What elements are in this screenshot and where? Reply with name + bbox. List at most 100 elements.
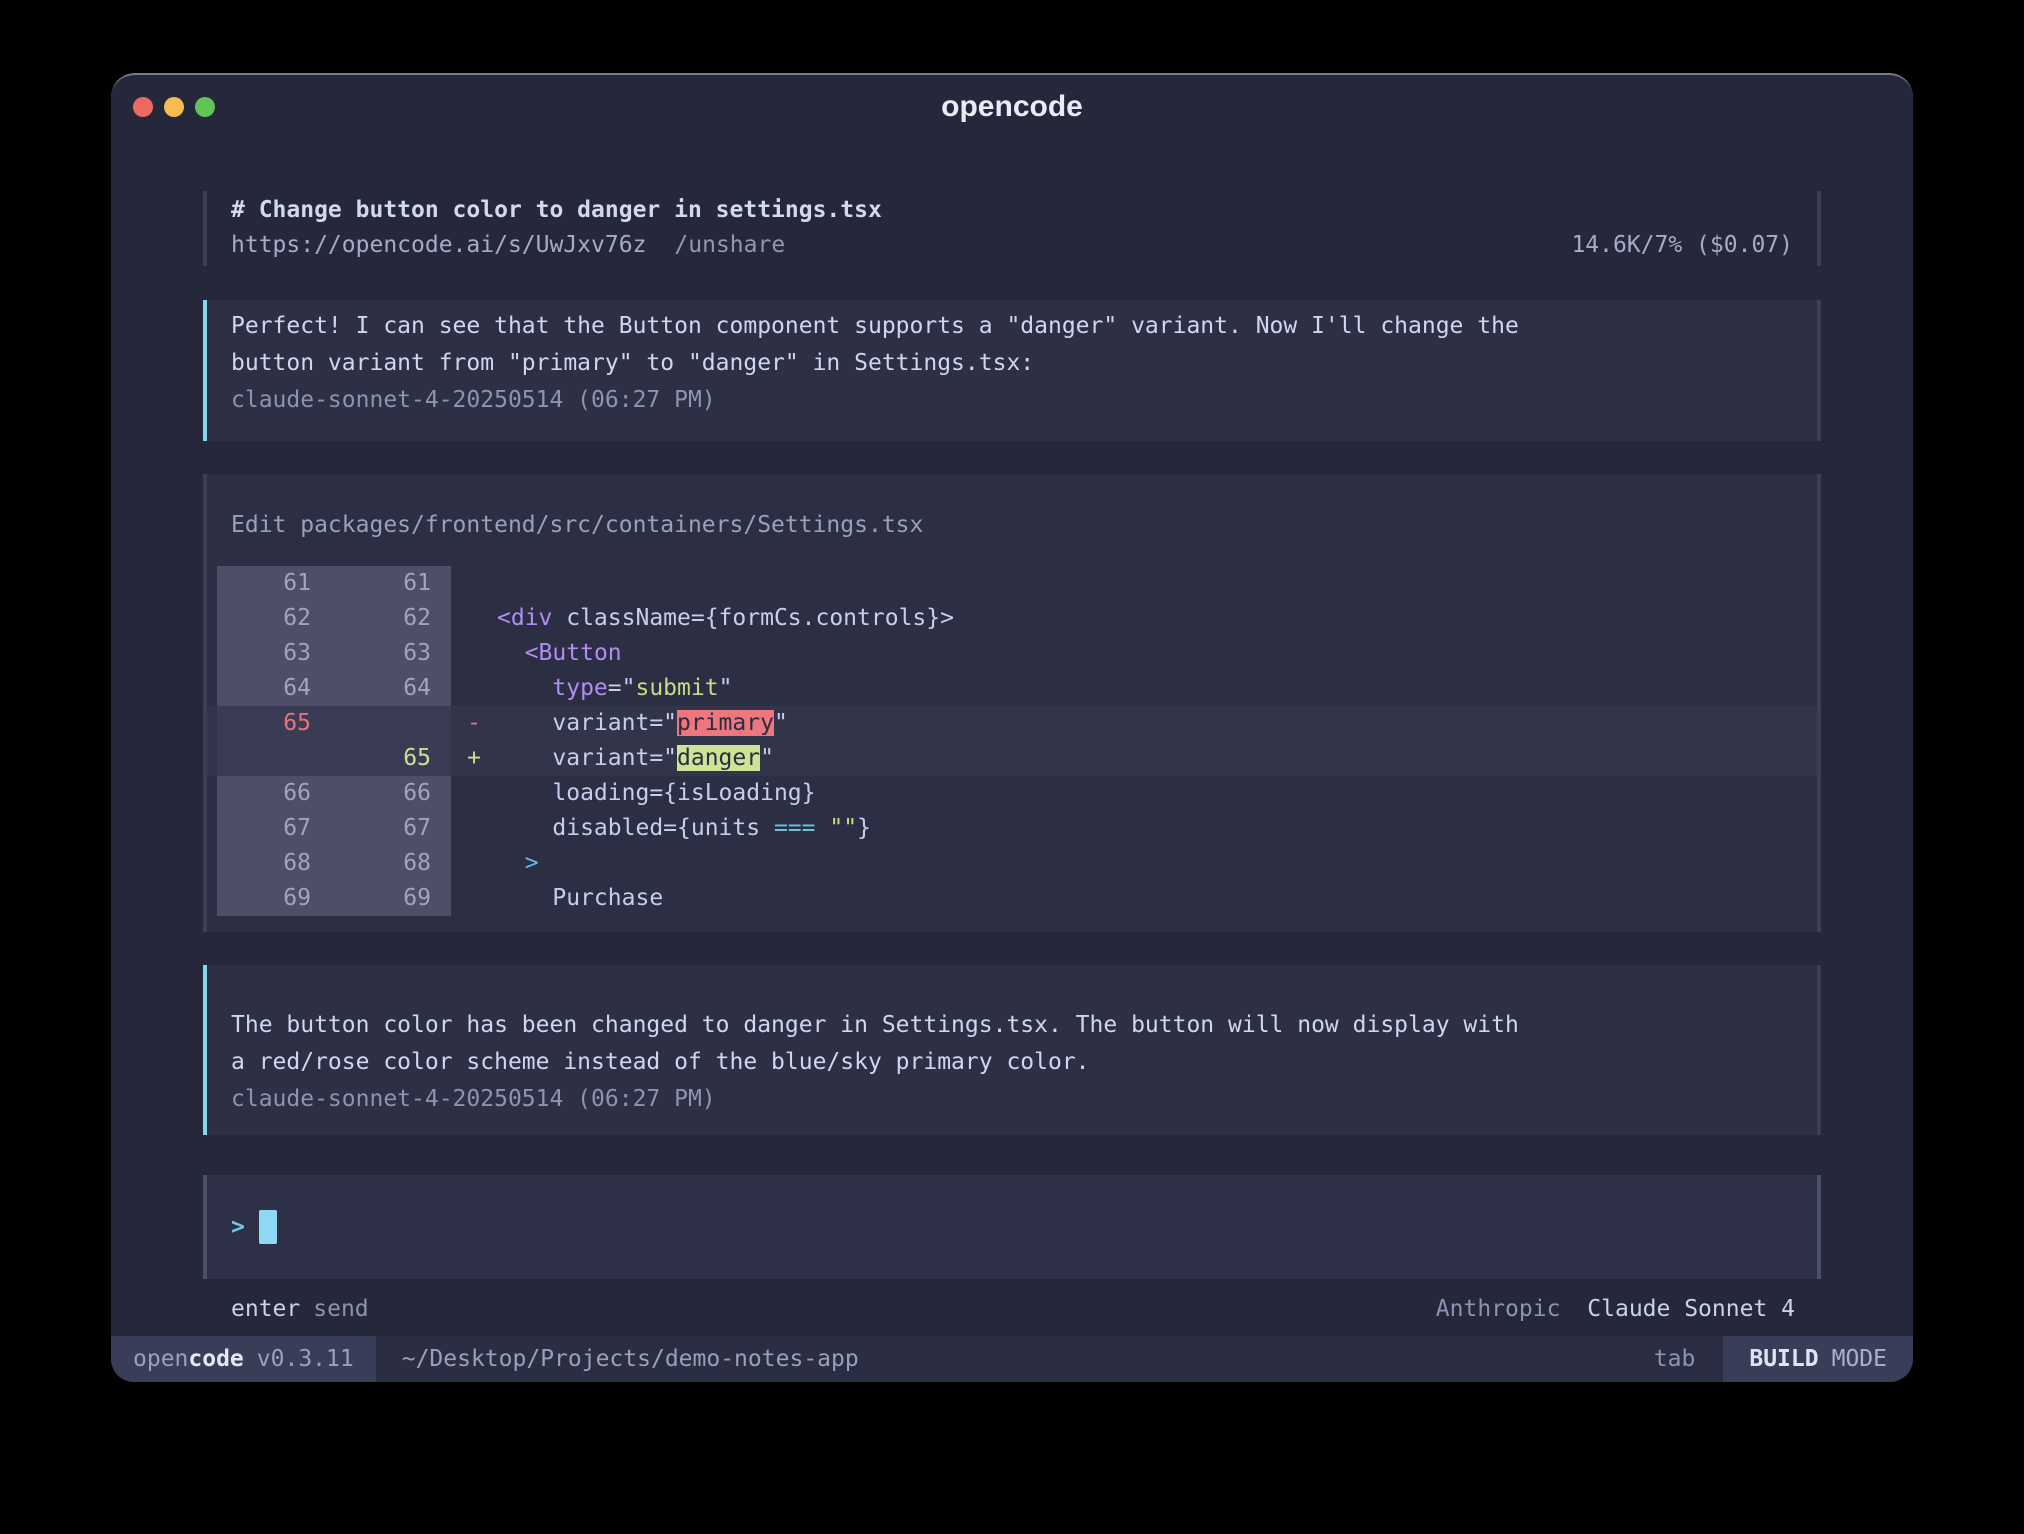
diff-row: 6363 <Button: [207, 636, 1817, 671]
diff-gutter: [335, 706, 451, 741]
session-subline: https://opencode.ai/s/UwJxv76z /unshare …: [231, 228, 1817, 263]
diff-code-line: type="submit": [497, 671, 1817, 706]
diff-gutter: 61: [335, 566, 451, 601]
diff-gutter: [207, 566, 217, 601]
window-title: opencode: [941, 90, 1083, 124]
traffic-lights: [133, 75, 215, 139]
diff-marker: [451, 671, 497, 706]
diff-marker: [451, 881, 497, 916]
app-name-code: code: [188, 1346, 243, 1372]
model-name: Claude Sonnet 4: [1587, 1296, 1795, 1322]
message-line: The button color has been changed to dan…: [231, 1007, 1793, 1044]
diff-code-line: <Button: [497, 636, 1817, 671]
main-column: # Change button color to danger in setti…: [111, 191, 1913, 1327]
diff-gutter: [207, 741, 217, 776]
diff-gutter: 67: [335, 811, 451, 846]
working-directory: ~/Desktop/Projects/demo-notes-app: [402, 1346, 859, 1372]
diff-code-line: [497, 566, 1817, 601]
assistant-message: The button color has been changed to dan…: [203, 965, 1821, 1135]
session-title: # Change button color to danger in setti…: [231, 193, 1817, 228]
model-indicator: Anthropic Claude Sonnet 4: [1436, 1291, 1795, 1327]
diff-gutter: [207, 846, 217, 881]
diff-marker: [451, 601, 497, 636]
minimize-button[interactable]: [164, 97, 184, 117]
share-url-link[interactable]: https://opencode.ai/s/UwJxv76z: [231, 228, 646, 263]
prompt-symbol: >: [231, 1214, 245, 1240]
zoom-button[interactable]: [195, 97, 215, 117]
send-action-hint: send: [313, 1291, 368, 1327]
diff-gutter: 61: [217, 566, 335, 601]
diff-code-line: variant="danger": [497, 741, 1817, 776]
diff-row: 6262 <div className={formCs.controls}>: [207, 601, 1817, 636]
diff-row: 6868 >: [207, 846, 1817, 881]
token-cost-stats: 14.6K/7% ($0.07): [1571, 228, 1817, 263]
diff-row: 6767 disabled={units === ""}: [207, 811, 1817, 846]
diff-marker: [451, 776, 497, 811]
edit-file-path: Edit packages/frontend/src/containers/Se…: [207, 508, 1817, 542]
unshare-command[interactable]: /unshare: [674, 228, 785, 263]
diff-row: 6969 Purchase: [207, 881, 1817, 916]
mode-build-label: BUILD: [1749, 1346, 1818, 1372]
app-version: v0.3.11: [257, 1346, 354, 1372]
diff-gutter: 66: [217, 776, 335, 811]
diff-marker: [451, 846, 497, 881]
diff-marker: +: [451, 741, 497, 776]
diff-row: 65 - variant="primary": [207, 706, 1817, 741]
diff-gutter: 63: [217, 636, 335, 671]
text-cursor: [259, 1210, 277, 1244]
session-header: # Change button color to danger in setti…: [203, 191, 1821, 266]
diff-gutter: 69: [217, 881, 335, 916]
diff-marker: [451, 811, 497, 846]
app-version-segment: opencode v0.3.11: [111, 1336, 376, 1382]
diff-row: 6464 type="submit": [207, 671, 1817, 706]
diff-gutter: [207, 671, 217, 706]
diff-row: 6161: [207, 566, 1817, 601]
diff-gutter: 69: [335, 881, 451, 916]
diff-marker: [451, 566, 497, 601]
message-model-timestamp: claude-sonnet-4-20250514 (06:27 PM): [231, 382, 1793, 419]
message-line: a red/rose color scheme instead of the b…: [231, 1044, 1793, 1081]
diff-gutter: 67: [217, 811, 335, 846]
diff-gutter: 68: [335, 846, 451, 881]
mode-mode-label: MODE: [1832, 1346, 1887, 1372]
diff-gutter: 64: [217, 671, 335, 706]
diff-gutter: [207, 776, 217, 811]
diff-code-line: >: [497, 846, 1817, 881]
message-model-timestamp: claude-sonnet-4-20250514 (06:27 PM): [231, 1081, 1793, 1118]
diff-gutter: [207, 601, 217, 636]
titlebar: opencode: [111, 75, 1913, 139]
diff-marker: [451, 636, 497, 671]
app-name-open: open: [133, 1346, 188, 1372]
diff-gutter: [217, 741, 335, 776]
diff-gutter: [207, 811, 217, 846]
diff-code-line: variant="primary": [497, 706, 1817, 741]
diff-gutter: 66: [335, 776, 451, 811]
diff-code-line: <div className={formCs.controls}>: [497, 601, 1817, 636]
prompt-input[interactable]: >: [203, 1175, 1821, 1279]
edit-tool-block: Edit packages/frontend/src/containers/Se…: [203, 474, 1821, 932]
diff-code-line: disabled={units === ""}: [497, 811, 1817, 846]
diff-gutter: 63: [335, 636, 451, 671]
input-hint-row: enter send Anthropic Claude Sonnet 4: [203, 1291, 1821, 1327]
diff-gutter: 62: [335, 601, 451, 636]
diff-gutter: 65: [335, 741, 451, 776]
diff-gutter: [207, 881, 217, 916]
tab-key-hint: tab: [1654, 1346, 1696, 1372]
diff-gutter: 65: [217, 706, 335, 741]
diff-row: 65+ variant="danger": [207, 741, 1817, 776]
message-line: Perfect! I can see that the Button compo…: [231, 308, 1793, 345]
mode-segment[interactable]: BUILD MODE: [1723, 1336, 1913, 1382]
diff-gutter: 64: [335, 671, 451, 706]
enter-key-hint: enter: [231, 1291, 300, 1327]
diff-row: 6666 loading={isLoading}: [207, 776, 1817, 811]
diff-code-line: loading={isLoading}: [497, 776, 1817, 811]
diff-marker: -: [451, 706, 497, 741]
diff-gutter: [207, 706, 217, 741]
message-line: button variant from "primary" to "danger…: [231, 345, 1793, 382]
diff-gutter: 62: [217, 601, 335, 636]
status-bar: opencode v0.3.11 ~/Desktop/Projects/demo…: [111, 1336, 1913, 1382]
assistant-message: Perfect! I can see that the Button compo…: [203, 300, 1821, 441]
diff-gutter: [207, 636, 217, 671]
close-button[interactable]: [133, 97, 153, 117]
diff-gutter: 68: [217, 846, 335, 881]
